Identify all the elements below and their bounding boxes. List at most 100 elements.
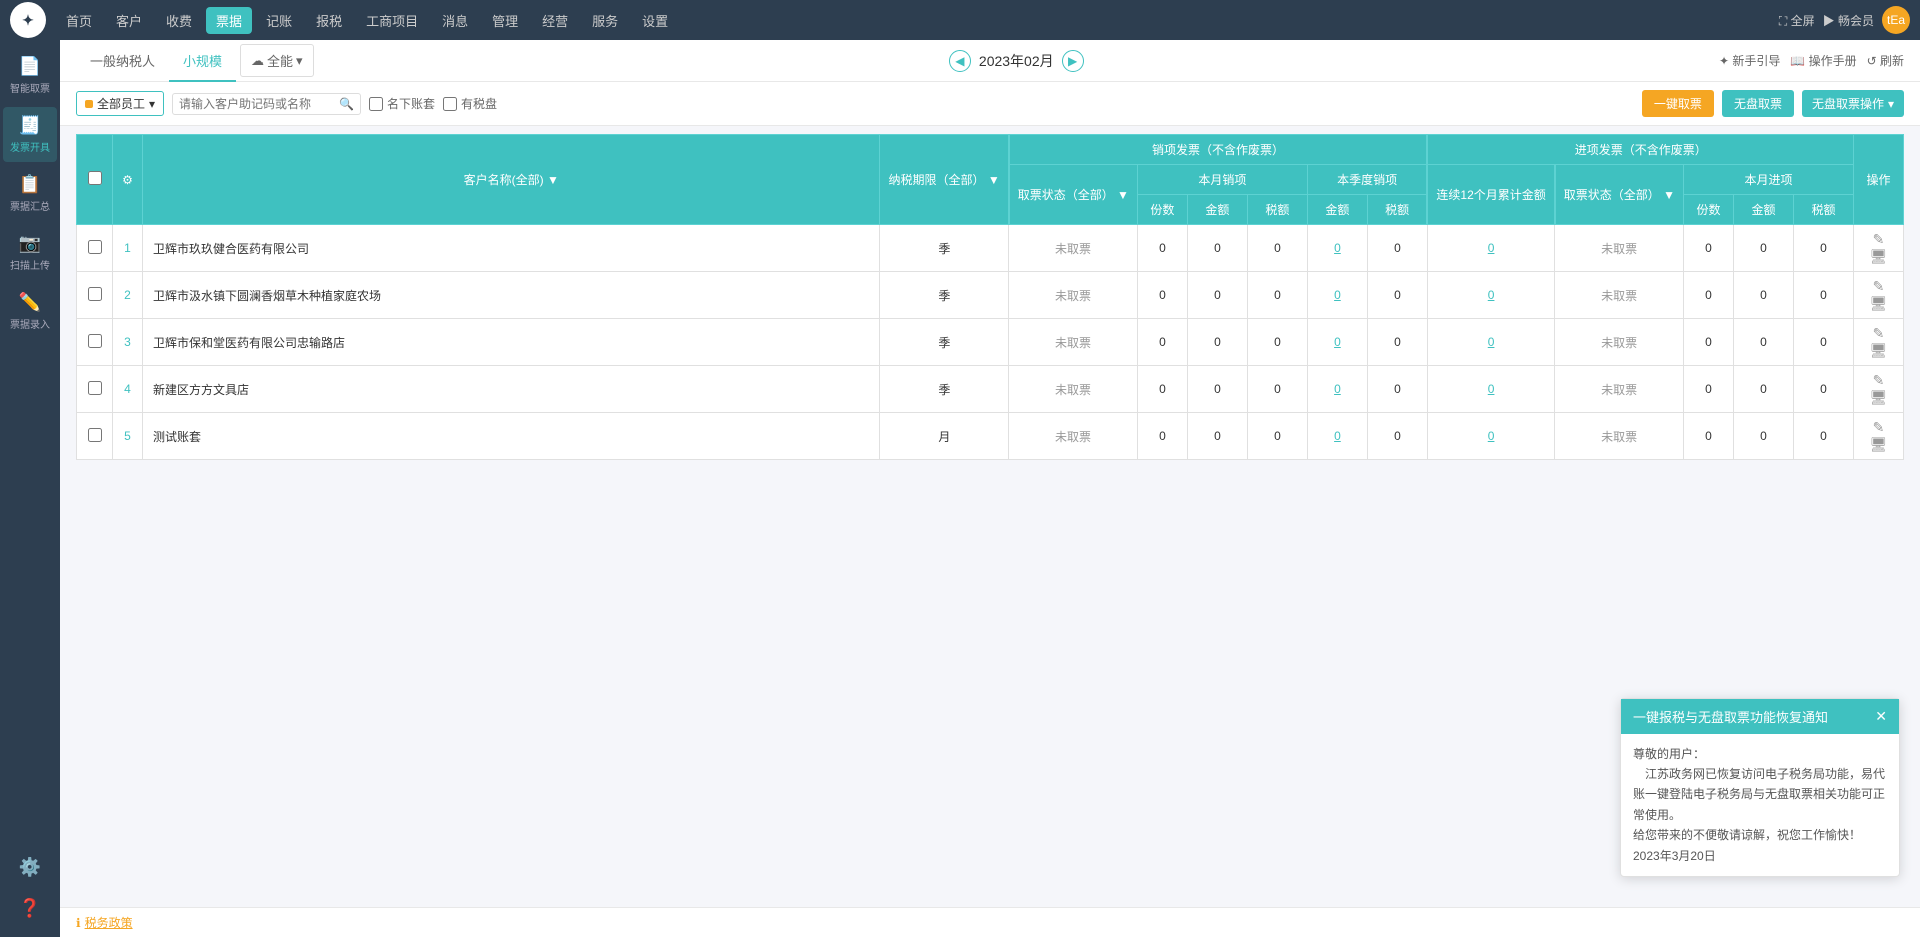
tab-small-scale[interactable]: 小规模	[169, 41, 236, 82]
detail-icon[interactable]: 🖥	[1870, 389, 1888, 405]
table-row: 2 卫辉市汲水镇下圆澜香烟草木种植家庭农场 季 未取票 0 0 0 0 0 0 …	[77, 272, 1904, 319]
popup-body: 尊敬的用户： 江苏政务网已恢复访问电子税务局功能，易代账一键登陆电子税务局与无盘…	[1621, 734, 1899, 876]
detail-icon[interactable]: 🖥	[1870, 248, 1888, 264]
select-all-checkbox[interactable]	[88, 171, 102, 185]
popup-content: 尊敬的用户： 江苏政务网已恢复访问电子税务局功能，易代账一键登陆电子税务局与无盘…	[1633, 744, 1887, 866]
row-checkbox[interactable]	[88, 334, 102, 348]
row-purchase-m-count: 0	[1684, 225, 1734, 272]
search-icon[interactable]: 🔍	[339, 97, 354, 111]
nav-business[interactable]: 工商项目	[356, 7, 428, 34]
detail-icon[interactable]: 🖥	[1870, 295, 1888, 311]
row-sales-q-amount: 0	[1307, 272, 1367, 319]
row-purchase-status: 未取票	[1555, 225, 1684, 272]
row-purchase-m-tax: 0	[1794, 272, 1854, 319]
row-customer-name: 卫辉市保和堂医药有限公司忠输路店	[143, 319, 880, 366]
table-row: 5 测试账套 月 未取票 0 0 0 0 0 0 未取票 0 0 0 ✎ 🖥	[77, 413, 1904, 460]
col-monthly-purchase: 本月进项	[1684, 165, 1854, 195]
sidebar-label-smart-ticket: 智能取票	[10, 80, 50, 95]
tax-disk-checkbox[interactable]	[443, 97, 457, 111]
sidebar-item-scan-upload[interactable]: 📷 扫描上传	[3, 225, 57, 280]
row-purchase-m-tax: 0	[1794, 319, 1854, 366]
sidebar-item-settings[interactable]: ⚙️	[3, 849, 57, 886]
tab-general-taxpayer[interactable]: 一般纳税人	[76, 41, 169, 82]
row-sales-m-amount: 0	[1187, 319, 1247, 366]
name-account-filter[interactable]: 名下账套	[369, 95, 435, 112]
avatar[interactable]: tEa	[1882, 6, 1910, 34]
row-customer-name: 新建区方方文具店	[143, 366, 880, 413]
row-checkbox[interactable]	[88, 240, 102, 254]
nav-customer[interactable]: 客户	[106, 7, 152, 34]
employee-filter[interactable]: 全部员工 ▾	[76, 91, 164, 116]
nav-invoice[interactable]: 票据	[206, 7, 252, 34]
edit-icon[interactable]: ✎	[1873, 278, 1885, 294]
detail-icon[interactable]: 🖥	[1870, 342, 1888, 358]
row-checkbox[interactable]	[88, 428, 102, 442]
row-purchase-m-count: 0	[1684, 413, 1734, 460]
row-purchase-m-tax: 0	[1794, 366, 1854, 413]
manual-btn[interactable]: 📖 操作手册	[1790, 52, 1856, 69]
nav-accounting[interactable]: 记账	[256, 7, 302, 34]
ticket-summary-icon: 📋	[19, 174, 41, 195]
col-sales-q-tax: 税额	[1367, 195, 1427, 225]
row-sales-12m: 0	[1427, 319, 1554, 366]
period-prev-btn[interactable]: ◀	[949, 50, 971, 72]
row-checkbox[interactable]	[88, 381, 102, 395]
row-purchase-m-amount: 0	[1734, 225, 1794, 272]
vip-btn[interactable]: ▶ 畅会员	[1823, 12, 1874, 29]
sidebar-item-help[interactable]: ❓	[3, 890, 57, 927]
no-disk-ops-btn[interactable]: 无盘取票操作 ▾	[1802, 90, 1904, 117]
nav-services[interactable]: 服务	[582, 7, 628, 34]
settings-col-icon[interactable]: ⚙	[122, 173, 133, 187]
row-period: 月	[880, 413, 1009, 460]
no-disk-btn[interactable]: 无盘取票	[1722, 90, 1794, 117]
nav-home[interactable]: 首页	[56, 7, 102, 34]
row-checkbox-cell	[77, 272, 113, 319]
detail-icon[interactable]: 🖥	[1870, 436, 1888, 452]
col-customer-name: 客户名称(全部) ▼	[143, 135, 880, 225]
sidebar-item-smart-ticket[interactable]: 📄 智能取票	[3, 48, 57, 103]
row-purchase-m-count: 0	[1684, 319, 1734, 366]
row-sales-q-amount: 0	[1307, 413, 1367, 460]
refresh-btn[interactable]: ↺ 刷新	[1867, 52, 1904, 69]
search-input[interactable]	[179, 97, 339, 111]
row-sales-12m: 0	[1427, 413, 1554, 460]
one-click-btn[interactable]: 一键取票	[1642, 90, 1714, 117]
sidebar-item-ticket-summary[interactable]: 📋 票据汇总	[3, 166, 57, 221]
edit-icon[interactable]: ✎	[1873, 372, 1885, 388]
tab-all[interactable]: ☁ 全能 ▾	[240, 44, 314, 77]
filter-dropdown-icon: ▾	[149, 97, 155, 111]
col-monthly-sales: 本月销项	[1137, 165, 1307, 195]
row-sales-m-count: 0	[1137, 413, 1187, 460]
period-next-btn[interactable]: ▶	[1062, 50, 1084, 72]
sidebar-label-scan-upload: 扫描上传	[10, 257, 50, 272]
col-sales-m-tax: 税额	[1247, 195, 1307, 225]
nav-operations[interactable]: 经营	[532, 7, 578, 34]
name-account-checkbox[interactable]	[369, 97, 383, 111]
nav-billing[interactable]: 收费	[156, 7, 202, 34]
nav-manage[interactable]: 管理	[482, 7, 528, 34]
row-sales-q-amount: 0	[1307, 319, 1367, 366]
sidebar-item-invoice-issue[interactable]: 🧾 发票开具	[3, 107, 57, 162]
col-purchase-status: 取票状态（全部） ▼	[1555, 165, 1684, 225]
edit-icon[interactable]: ✎	[1873, 231, 1885, 247]
row-sales-m-amount: 0	[1187, 413, 1247, 460]
fullscreen-btn[interactable]: ⛶ 全屏	[1779, 12, 1815, 29]
row-checkbox[interactable]	[88, 287, 102, 301]
row-sales-status: 未取票	[1009, 366, 1138, 413]
popup-close-btn[interactable]: ✕	[1875, 708, 1887, 725]
tax-policy-link[interactable]: 税务政策	[85, 914, 133, 931]
edit-icon[interactable]: ✎	[1873, 419, 1885, 435]
sidebar-item-ticket-entry[interactable]: ✏️ 票据录入	[3, 284, 57, 339]
nav-tax[interactable]: 报税	[306, 7, 352, 34]
row-actions: ✎ 🖥	[1854, 413, 1904, 460]
nav-settings[interactable]: 设置	[632, 7, 678, 34]
row-sales-12m: 0	[1427, 272, 1554, 319]
sidebar: 📄 智能取票 🧾 发票开具 📋 票据汇总 📷 扫描上传 ✏️ 票据录入 ⚙️ ❓	[0, 40, 60, 937]
edit-icon[interactable]: ✎	[1873, 325, 1885, 341]
nav-messages[interactable]: 消息	[432, 7, 478, 34]
row-index: 5	[113, 413, 143, 460]
guide-btn[interactable]: ✦ 新手引导	[1719, 52, 1780, 69]
period-text: 2023年02月	[979, 51, 1054, 71]
name-account-label: 名下账套	[387, 95, 435, 112]
tax-disk-filter[interactable]: 有税盘	[443, 95, 497, 112]
